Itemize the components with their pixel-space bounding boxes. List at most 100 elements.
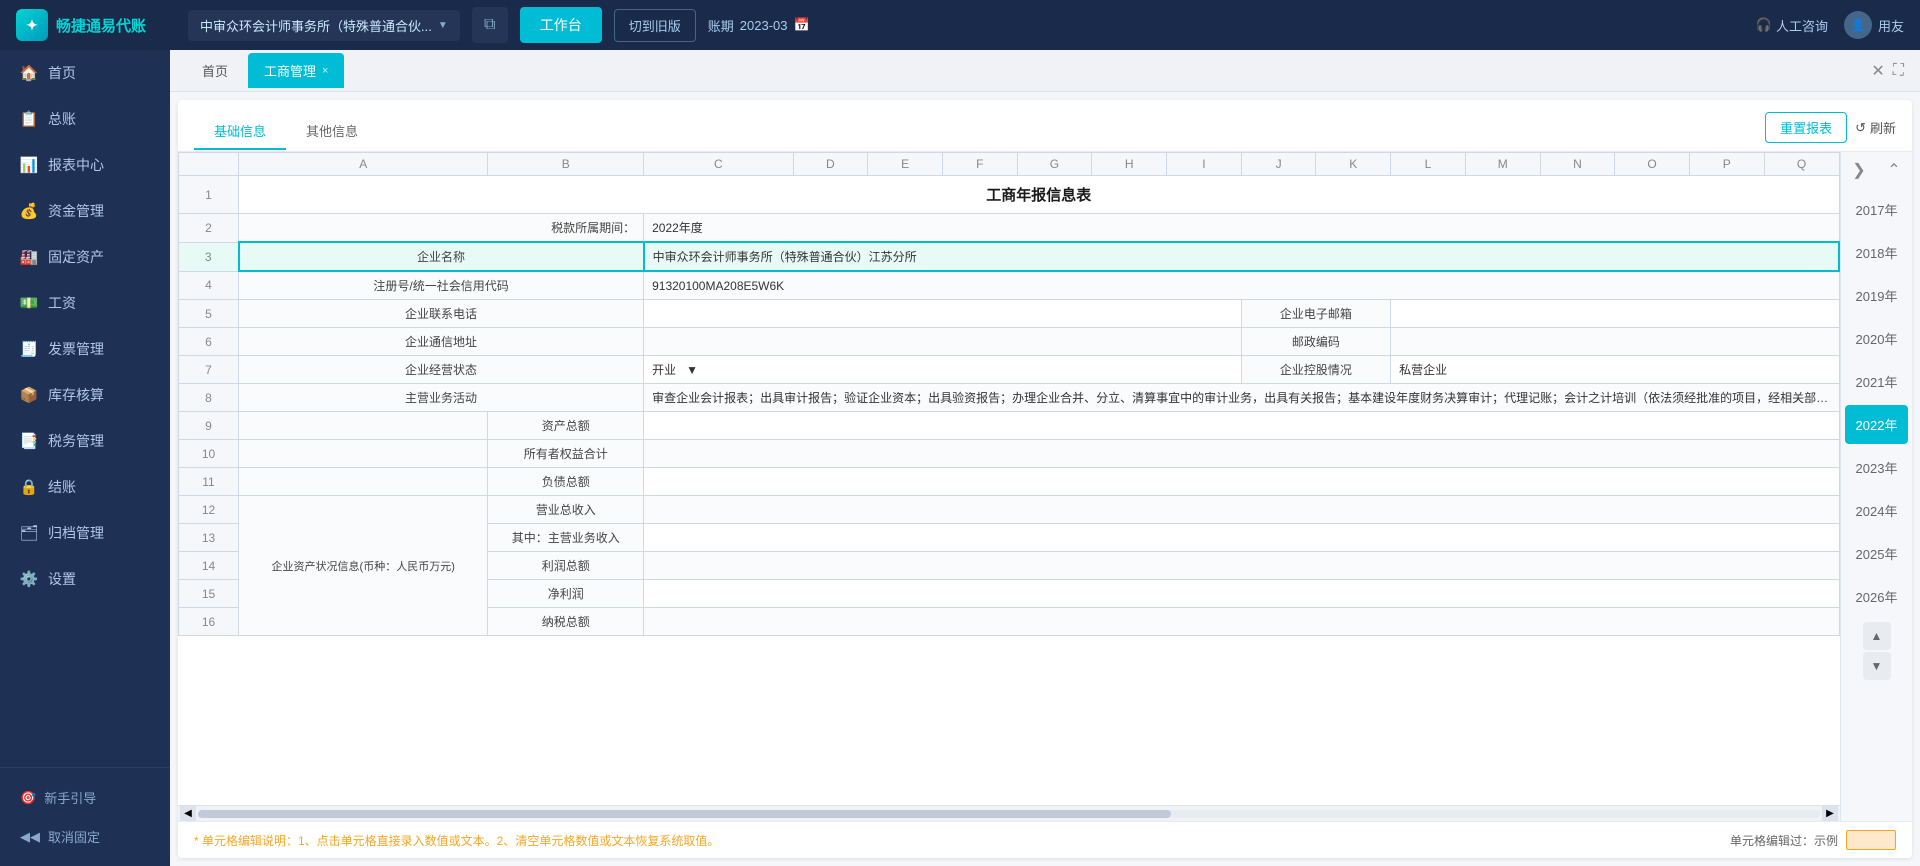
year-item-2021[interactable]: 2021年: [1845, 362, 1908, 401]
col-l[interactable]: L: [1391, 153, 1466, 176]
sheet-scroll-area[interactable]: A B C D E F G H I J: [178, 152, 1840, 805]
company-copy-button[interactable]: ⧉: [472, 7, 508, 43]
sidebar-item-inventory[interactable]: 📦 库存核算: [0, 372, 170, 418]
support-button[interactable]: 🎧 人工咨询: [1756, 16, 1828, 35]
cell-5-email[interactable]: [1391, 300, 1839, 328]
table-row: 11 负债总额: [179, 468, 1840, 496]
year-item-2019[interactable]: 2019年: [1845, 276, 1908, 315]
cell-4-value[interactable]: 91320100MA208E5W6K: [644, 271, 1839, 300]
sidebar-item-label: 税务管理: [48, 431, 104, 451]
col-g[interactable]: G: [1017, 153, 1092, 176]
cell-12-b: 营业总收入: [488, 496, 644, 524]
cell-14-value[interactable]: [644, 552, 1839, 580]
sheet-hscroll[interactable]: ◀ ▶: [178, 805, 1840, 821]
sidebar-item-archive[interactable]: 🗂 归档管理: [0, 510, 170, 556]
cell-4-label: 注册号/统一社会信用代码: [239, 271, 644, 300]
year-panel-collapse-btn[interactable]: ❯: [1845, 156, 1873, 184]
cell-6-addr[interactable]: [644, 328, 1242, 356]
cell-6-postal[interactable]: [1391, 328, 1839, 356]
col-i[interactable]: I: [1167, 153, 1242, 176]
calendar-icon[interactable]: 📅: [794, 17, 810, 33]
tab-home[interactable]: 首页: [186, 53, 244, 88]
sidebar-item-invoice[interactable]: 🧾 发票管理: [0, 326, 170, 372]
year-panel-up-btn[interactable]: ⌃: [1880, 156, 1908, 184]
year-item-2017[interactable]: 2017年: [1845, 190, 1908, 229]
year-item-2018[interactable]: 2018年: [1845, 233, 1908, 272]
col-n[interactable]: N: [1540, 153, 1615, 176]
cell-3-value[interactable]: 中审众环会计师事务所（特殊普通合伙）江苏分所: [644, 242, 1839, 271]
cell-5-phone[interactable]: [644, 300, 1242, 328]
old-version-button[interactable]: 切到旧版: [614, 9, 696, 42]
footer-right: 单元格编辑过：示例: [1730, 830, 1896, 850]
sidebar-item-report[interactable]: 📊 报表中心: [0, 142, 170, 188]
subtab-basic-info[interactable]: 基础信息: [194, 113, 286, 150]
sidebar-item-home[interactable]: 🏠 首页: [0, 50, 170, 96]
cell-11-value[interactable]: [644, 468, 1839, 496]
year-scroll-up-btn[interactable]: ▲: [1863, 622, 1891, 650]
hscroll-thumb[interactable]: [198, 810, 1171, 818]
col-p[interactable]: P: [1689, 153, 1764, 176]
sidebar-item-ledger[interactable]: 📋 总账: [0, 96, 170, 142]
unpin-label: 取消固定: [48, 827, 100, 846]
sheet-title-cell[interactable]: 工商年报信息表: [239, 176, 1840, 214]
cell-10-value[interactable]: [644, 440, 1839, 468]
period-value: 2023-03: [740, 18, 788, 33]
col-f[interactable]: F: [942, 153, 1017, 176]
cell-3-label[interactable]: 企业名称: [239, 242, 644, 271]
hscroll-track[interactable]: [198, 810, 1820, 818]
sidebar-item-payroll[interactable]: 💵 工资: [0, 280, 170, 326]
year-item-2024[interactable]: 2024年: [1845, 491, 1908, 530]
year-item-2023[interactable]: 2023年: [1845, 448, 1908, 487]
year-item-2026[interactable]: 2026年: [1845, 577, 1908, 616]
subtab-other-info[interactable]: 其他信息: [286, 113, 378, 150]
user-menu[interactable]: 👤 用友: [1844, 11, 1904, 39]
sidebar-newbie-guide[interactable]: 🎯 新手引导: [0, 778, 170, 817]
cell-9-value[interactable]: [644, 412, 1839, 440]
col-e[interactable]: E: [868, 153, 943, 176]
col-b[interactable]: B: [488, 153, 644, 176]
col-j[interactable]: J: [1241, 153, 1316, 176]
sidebar-item-capital[interactable]: 💰 资金管理: [0, 188, 170, 234]
cell-13-value[interactable]: [644, 524, 1839, 552]
sidebar-item-close[interactable]: 🔒 结账: [0, 464, 170, 510]
cell-2-value[interactable]: 2022年度: [644, 214, 1839, 243]
col-a[interactable]: A: [239, 153, 488, 176]
col-q[interactable]: Q: [1764, 153, 1839, 176]
cell-7-status[interactable]: 开业 ▼: [644, 356, 1242, 384]
hscroll-right-btn[interactable]: ▶: [1822, 806, 1838, 822]
cell-12-value[interactable]: [644, 496, 1839, 524]
col-h[interactable]: H: [1092, 153, 1167, 176]
refresh-button[interactable]: ↺ 刷新: [1855, 118, 1896, 137]
cell-15-value[interactable]: [644, 580, 1839, 608]
expand-panel-button[interactable]: ⛶: [1893, 62, 1904, 80]
close-panel-button[interactable]: ✕: [1871, 61, 1884, 81]
sidebar-item-assets[interactable]: 🏭 固定资产: [0, 234, 170, 280]
col-d[interactable]: D: [793, 153, 868, 176]
year-item-2025[interactable]: 2025年: [1845, 534, 1908, 573]
sidebar: 🏠 首页 📋 总账 📊 报表中心 💰 资金管理 🏭 固定资产 💵 工资: [0, 50, 170, 866]
company-selector[interactable]: 中审众环会计师事务所（特殊普通合伙... ▼: [188, 10, 460, 41]
cell-10-b: 所有者权益合计: [488, 440, 644, 468]
settings-icon: ⚙️: [20, 570, 38, 588]
year-scroll-down-btn[interactable]: ▼: [1863, 652, 1891, 680]
row-num-9: 9: [179, 412, 239, 440]
reset-report-button[interactable]: 重置报表: [1765, 112, 1847, 143]
sidebar-item-settings[interactable]: ⚙️ 设置: [0, 556, 170, 602]
cell-16-value[interactable]: [644, 608, 1839, 636]
year-item-2022[interactable]: 2022年: [1845, 405, 1908, 444]
cell-8-value[interactable]: 审查企业会计报表；出具审计报告；验证企业资本；出具验资报告；办理企业合并、分立、…: [644, 384, 1839, 412]
hscroll-left-btn[interactable]: ◀: [180, 806, 196, 822]
sidebar-item-tax[interactable]: 📑 税务管理: [0, 418, 170, 464]
col-k[interactable]: K: [1316, 153, 1391, 176]
col-o[interactable]: O: [1615, 153, 1690, 176]
col-c[interactable]: C: [644, 153, 793, 176]
tab-biz-mgmt[interactable]: 工商管理 ×: [248, 53, 344, 88]
cell-6-label: 企业通信地址: [239, 328, 644, 356]
close-period-icon: 🔒: [20, 478, 38, 496]
col-m[interactable]: M: [1465, 153, 1540, 176]
tab-close-icon[interactable]: ×: [322, 65, 328, 77]
sidebar-unpin[interactable]: ◀◀ 取消固定: [0, 817, 170, 856]
cell-7-holding[interactable]: 私营企业: [1391, 356, 1839, 384]
year-item-2020[interactable]: 2020年: [1845, 319, 1908, 358]
workbench-button[interactable]: 工作台: [520, 7, 602, 43]
